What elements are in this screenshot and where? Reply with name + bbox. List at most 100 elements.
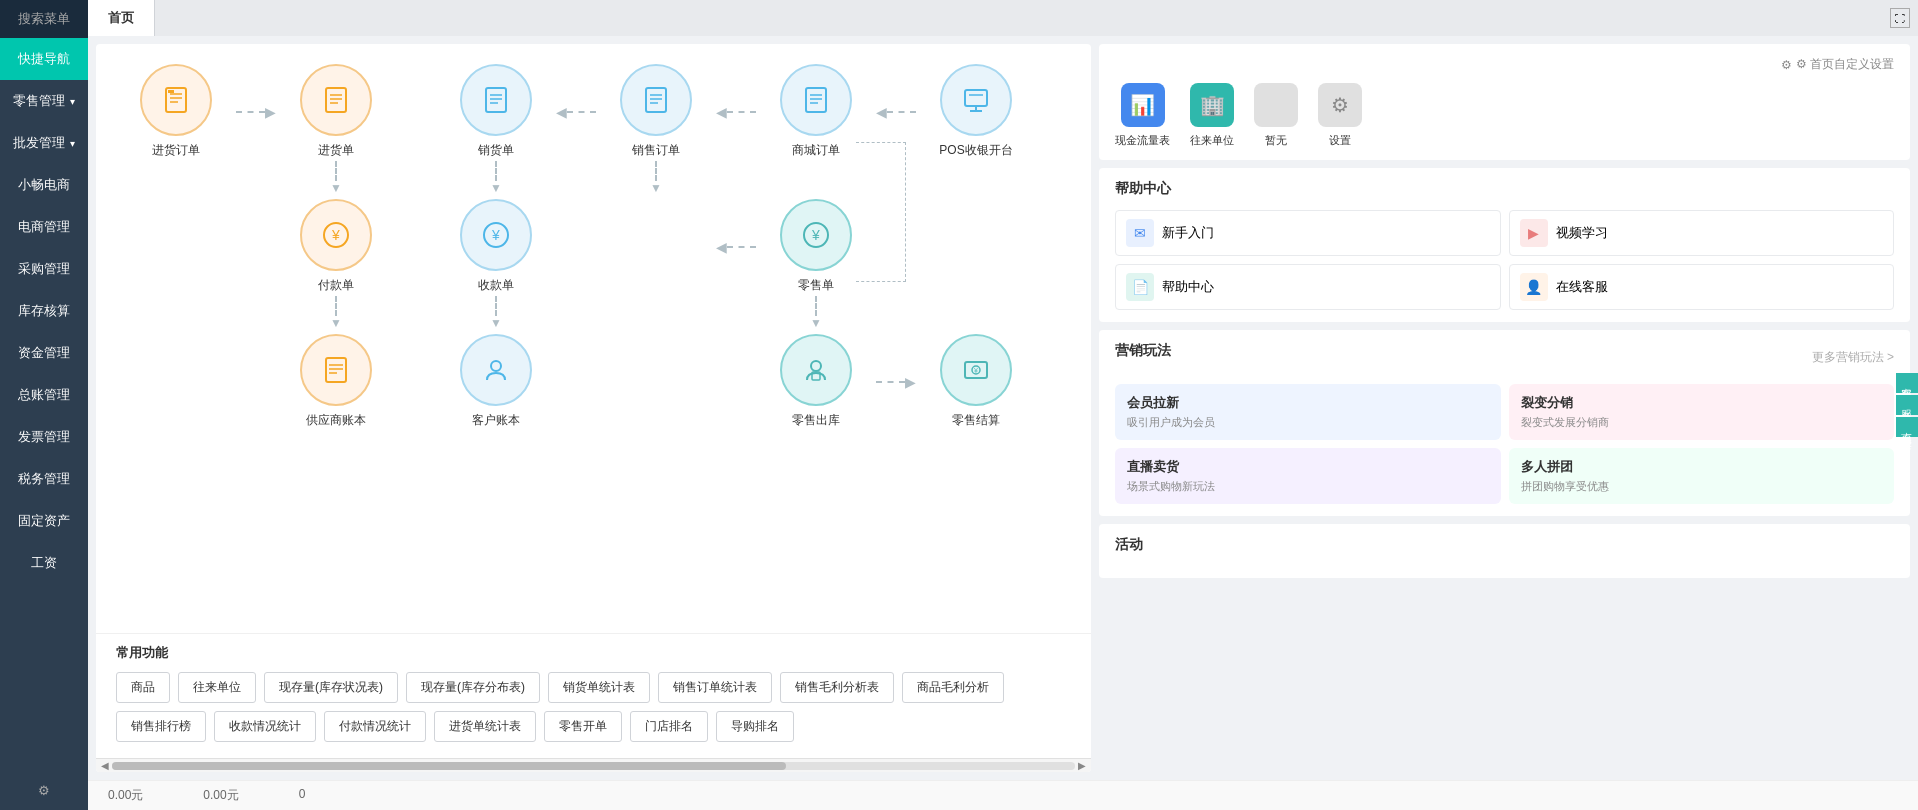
sidebar-item-wholesale[interactable]: 批发管理 ▾ [0, 122, 88, 164]
help-label-3: 在线客服 [1556, 278, 1608, 296]
qa-item-3[interactable]: ⚙设置 [1318, 83, 1362, 148]
qa-icon-3: ⚙ [1318, 83, 1362, 127]
sidebar-item-ecommerce[interactable]: 电商管理 [0, 206, 88, 248]
func-btn-收款情况统计[interactable]: 收款情况统计 [214, 711, 316, 742]
arrow-down-sale: ▼ [490, 181, 502, 195]
qa-item-1[interactable]: 🏢往来单位 [1190, 83, 1234, 148]
sidebar: 搜索菜单 快捷导航 零售管理 ▾ 批发管理 ▾ 小畅电商 电商管理 采购管理 库… [0, 0, 88, 810]
qa-label-0: 现金流量表 [1115, 133, 1170, 148]
page-body: 进货订单 ▶ [88, 36, 1918, 780]
svg-text:¥: ¥ [331, 227, 340, 243]
v-space-r2-a4 [716, 296, 756, 330]
flow-node-pos[interactable]: POS收银开台 [916, 64, 1036, 159]
qa-item-2[interactable]: 暂无 [1254, 83, 1298, 148]
qa-icon-1: 🏢 [1190, 83, 1234, 127]
sidebar-item-xiaochang[interactable]: 小畅电商 [0, 164, 88, 206]
func-btn-商品[interactable]: 商品 [116, 672, 170, 703]
func-btn-商品毛利分析[interactable]: 商品毛利分析 [902, 672, 1004, 703]
v-space-arrow2 [396, 161, 436, 195]
sidebar-settings-icon[interactable]: ⚙ [0, 771, 88, 810]
floating-btn-1[interactable]: 服务社区 [1896, 395, 1918, 415]
marketing-more-link[interactable]: 更多营销玩法 > [1812, 349, 1894, 366]
arrow-4: ◀ [876, 104, 916, 120]
left-panel: 进货订单 ▶ [96, 44, 1091, 772]
marketing-item-3[interactable]: 多人拼团拼团购物享受优惠 [1509, 448, 1895, 504]
marketing-item-1[interactable]: 裂变分销裂变式发展分销商 [1509, 384, 1895, 440]
qa-icon-2 [1254, 83, 1298, 127]
v-connector-purchase: ▼ [276, 161, 396, 195]
tab-home[interactable]: 首页 [88, 0, 155, 36]
func-btn-零售开单[interactable]: 零售开单 [544, 711, 622, 742]
func-btn-销售毛利分析表[interactable]: 销售毛利分析表 [780, 672, 894, 703]
v-dashed-receipt [495, 296, 497, 316]
help-item-3[interactable]: 👤在线客服 [1509, 264, 1895, 310]
sidebar-search[interactable]: 搜索菜单 [0, 0, 88, 38]
func-btn-进货单统计表[interactable]: 进货单统计表 [434, 711, 536, 742]
flow-node-customer-ledger[interactable]: 客户账本 [436, 334, 556, 429]
sidebar-item-salary[interactable]: 工资 [0, 542, 88, 584]
v-connector-retail: ▼ [756, 296, 876, 330]
floating-btn-2[interactable]: 桌面快捷 [1896, 417, 1918, 437]
sale-order-icon [620, 64, 692, 136]
func-btn-现存量(库存分布表)[interactable]: 现存量(库存分布表) [406, 672, 540, 703]
func-btn-销售订单统计表[interactable]: 销售订单统计表 [658, 672, 772, 703]
scroll-right-arrow[interactable]: ▶ [1075, 760, 1089, 771]
stat-1: 0.00元 [108, 787, 143, 804]
func-btn-门店排名[interactable]: 门店排名 [630, 711, 708, 742]
floating-btn-0[interactable]: 客服热线 [1896, 373, 1918, 393]
help-grid: ✉新手入门▶视频学习📄帮助中心👤在线客服 [1115, 210, 1894, 310]
flow-node-payment[interactable]: ¥ 付款单 [276, 199, 396, 294]
func-btn-导购排名[interactable]: 导购排名 [716, 711, 794, 742]
arrow-to-retail: ◀ [716, 239, 756, 255]
func-btn-销货单统计表[interactable]: 销货单统计表 [548, 672, 650, 703]
fullscreen-button[interactable]: ⛶ [1890, 8, 1910, 28]
marketing-item-0[interactable]: 会员拉新吸引用户成为会员 [1115, 384, 1501, 440]
sidebar-item-finance[interactable]: 资金管理 [0, 332, 88, 374]
v-arrows-row1: ▼ ▼ [116, 161, 1071, 195]
arrow-left-retail: ◀ [716, 239, 727, 255]
scroll-left-arrow[interactable]: ◀ [98, 760, 112, 771]
marketing-item-2[interactable]: 直播卖货场景式购物新玩法 [1115, 448, 1501, 504]
sidebar-item-purchase[interactable]: 采购管理 [0, 248, 88, 290]
marketing-section: 营销玩法 更多营销玩法 > 会员拉新吸引用户成为会员裂变分销裂变式发展分销商直播… [1099, 330, 1910, 516]
help-icon-2: 📄 [1126, 273, 1154, 301]
marketing-grid: 会员拉新吸引用户成为会员裂变分销裂变式发展分销商直播卖货场景式购物新玩法多人拼团… [1115, 384, 1894, 504]
sidebar-item-assets[interactable]: 固定资产 [0, 500, 88, 542]
gear-icon-small: ⚙ [1781, 58, 1792, 72]
sidebar-item-ledger[interactable]: 总账管理 [0, 374, 88, 416]
help-item-0[interactable]: ✉新手入门 [1115, 210, 1501, 256]
arrow-down-saleorder: ▼ [650, 181, 662, 195]
v-dashed-purchase [335, 161, 337, 181]
homepage-customize-link[interactable]: ⚙ ⚙ 首页自定义设置 [1115, 56, 1894, 73]
func-btn-往来单位[interactable]: 往来单位 [178, 672, 256, 703]
func-btn-付款情况统计[interactable]: 付款情况统计 [324, 711, 426, 742]
payment-label: 付款单 [318, 277, 354, 294]
mall-order-label: 商城订单 [792, 142, 840, 159]
v-connector-receipt: ▼ [436, 296, 556, 330]
sidebar-item-inventory[interactable]: 库存核算 [0, 290, 88, 332]
flow-node-sale-slip[interactable]: 销货单 [436, 64, 556, 159]
bottom-scrollbar[interactable]: ◀ ▶ [96, 758, 1091, 772]
sidebar-item-retail[interactable]: 零售管理 ▾ [0, 80, 88, 122]
scroll-track[interactable] [112, 762, 1075, 770]
sidebar-item-quicknav[interactable]: 快捷导航 [0, 38, 88, 80]
flow-node-purchase-slip[interactable]: 进货单 [276, 64, 396, 159]
flow-node-retail-out[interactable]: 零售出库 [756, 334, 876, 429]
retail-out-label: 零售出库 [792, 412, 840, 429]
sidebar-item-invoice[interactable]: 发票管理 [0, 416, 88, 458]
func-btn-销售排行榜[interactable]: 销售排行榜 [116, 711, 206, 742]
help-item-1[interactable]: ▶视频学习 [1509, 210, 1895, 256]
qa-item-0[interactable]: 📊现金流量表 [1115, 83, 1170, 148]
help-item-2[interactable]: 📄帮助中心 [1115, 264, 1501, 310]
flow-node-sale-order[interactable]: 销售订单 [596, 64, 716, 159]
flow-node-receipt[interactable]: ¥ 收款单 [436, 199, 556, 294]
func-btn-现存量(库存状况表)[interactable]: 现存量(库存状况表) [264, 672, 398, 703]
sidebar-item-tax[interactable]: 税务管理 [0, 458, 88, 500]
tab-bar-right: ⛶ [1890, 0, 1918, 36]
svg-rect-12 [646, 88, 666, 112]
v-connector-sale: ▼ [436, 161, 556, 195]
flow-node-supplier-ledger[interactable]: 供应商账本 [276, 334, 396, 429]
svg-rect-4 [326, 88, 346, 112]
flow-node-purchase-order[interactable]: 进货订单 [116, 64, 236, 159]
flow-node-retail-settle[interactable]: ¥ 零售结算 [916, 334, 1036, 429]
